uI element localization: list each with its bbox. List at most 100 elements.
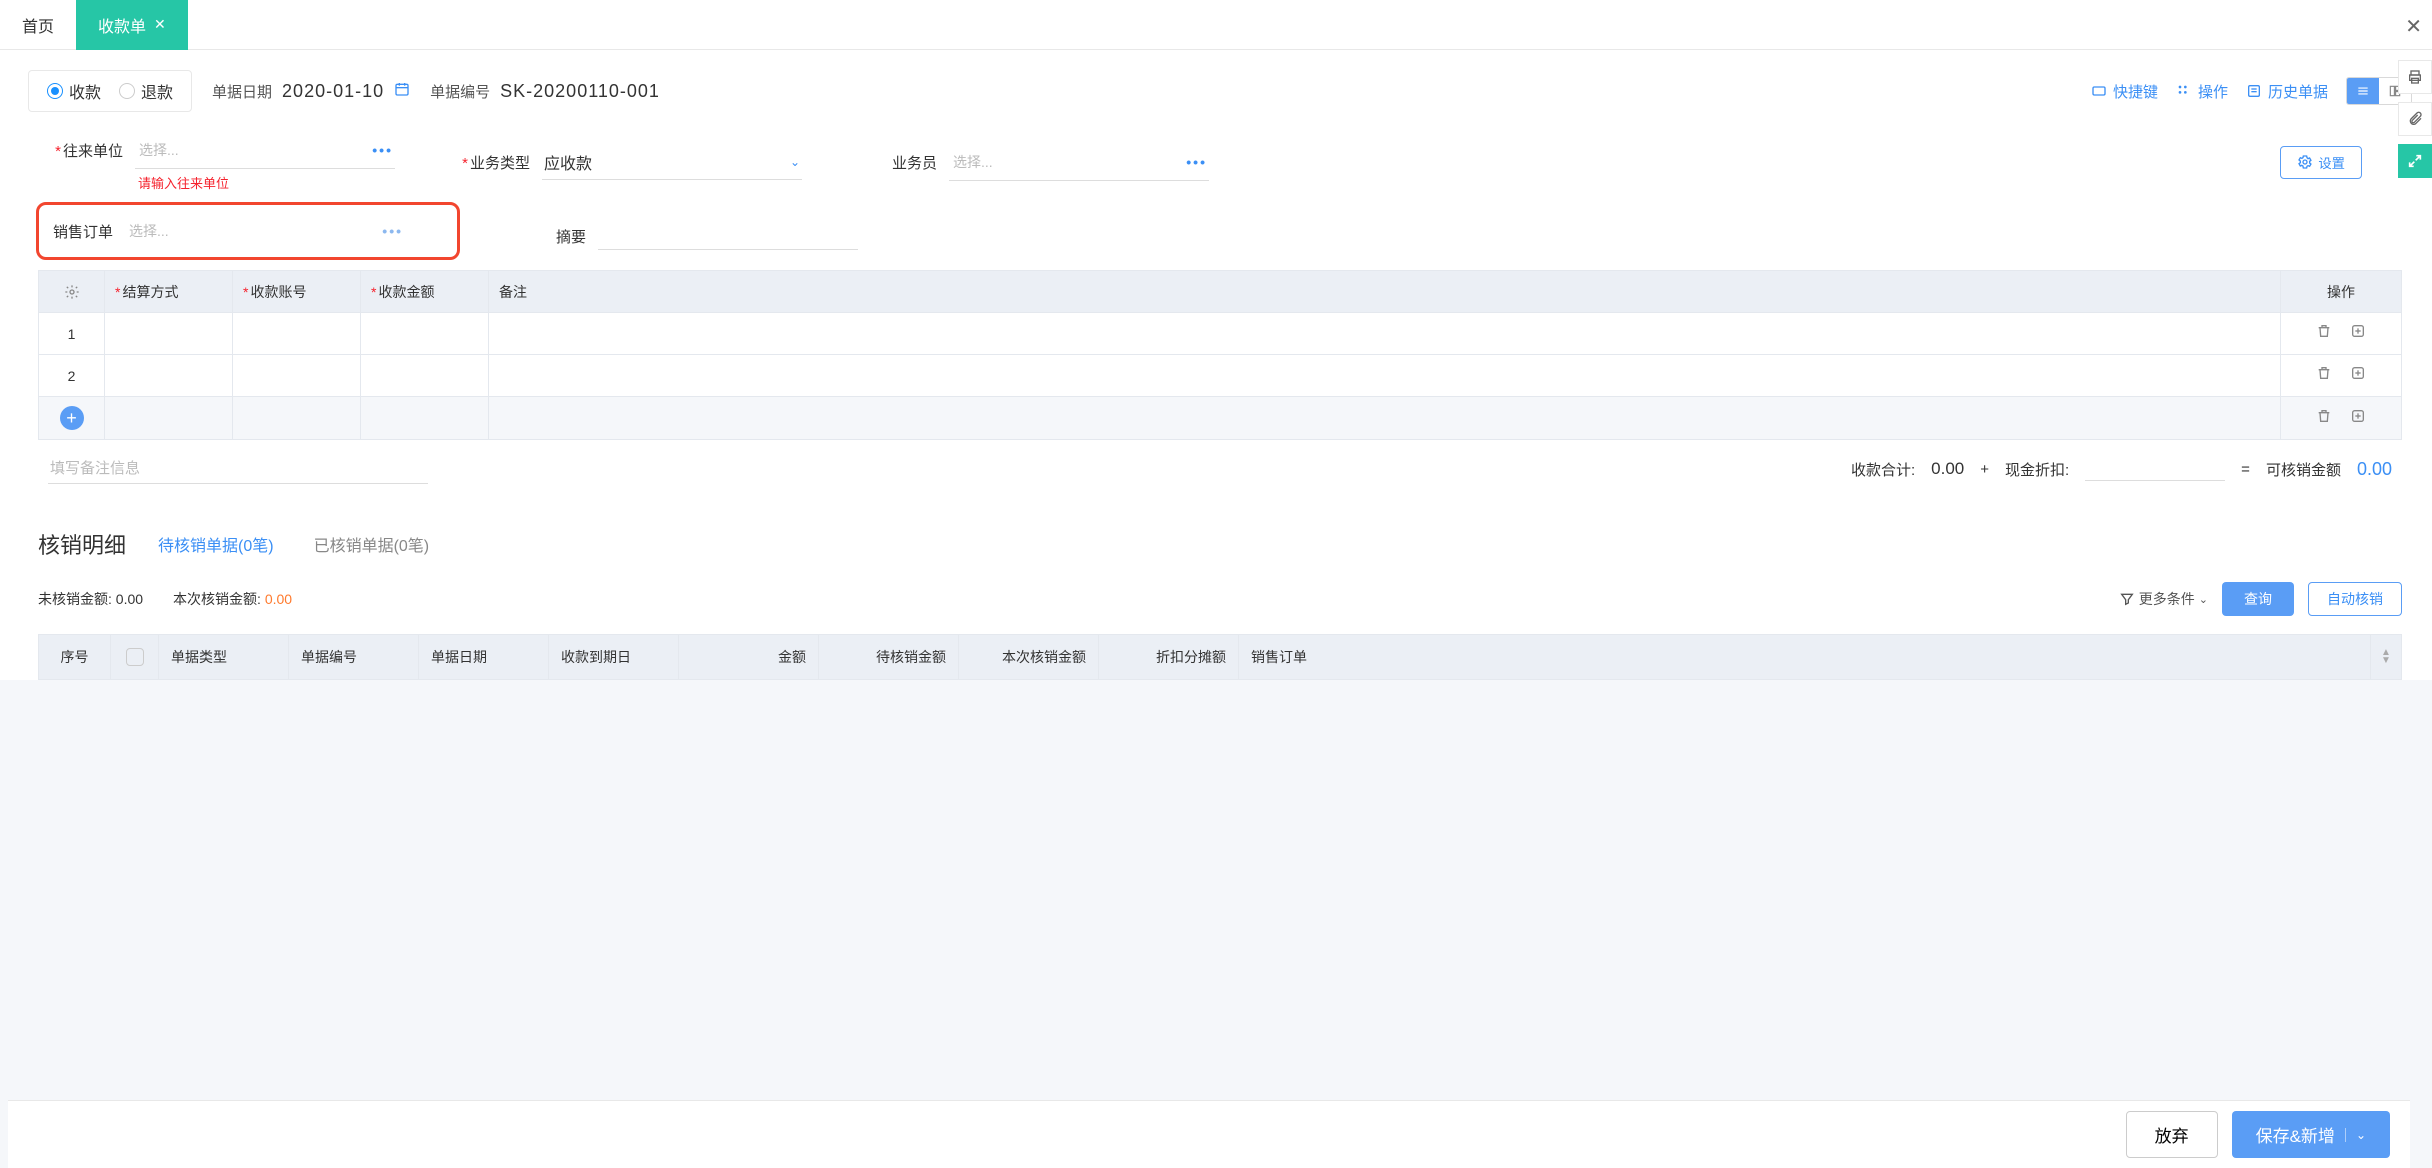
biztype-label: *业务类型 bbox=[445, 152, 530, 173]
summary-field: 摘要 bbox=[536, 223, 858, 250]
table-settings-button[interactable] bbox=[39, 271, 105, 312]
cell-amount[interactable] bbox=[361, 313, 489, 354]
receipt-type-radio-group: 收款 退款 bbox=[28, 70, 192, 112]
col-account: *收款账号 bbox=[233, 271, 361, 312]
rail-attach-icon[interactable] bbox=[2398, 102, 2432, 136]
summary-input[interactable] bbox=[598, 223, 858, 250]
calendar-icon[interactable] bbox=[394, 81, 410, 102]
unverified-amount: 未核销金额: 0.00 bbox=[38, 589, 143, 609]
chevron-down-icon[interactable]: ⌄ bbox=[2345, 1128, 2366, 1142]
settings-button[interactable]: 设置 bbox=[2280, 146, 2362, 179]
delete-row-icon[interactable] bbox=[2316, 408, 2332, 429]
verify-table-header: 序号 单据类型 单据编号 单据日期 收款到期日 金额 待核销金额 本次核销金额 … bbox=[39, 635, 2401, 679]
cell-amount[interactable] bbox=[361, 355, 489, 396]
operate-button[interactable]: 操作 bbox=[2176, 81, 2228, 102]
history-button[interactable]: 历史单据 bbox=[2246, 81, 2328, 102]
this-verify-amount: 本次核销金额: 0.00 bbox=[173, 589, 292, 609]
rail-print-icon[interactable] bbox=[2398, 60, 2432, 94]
radio-refund-label: 退款 bbox=[141, 79, 173, 103]
cell-remark[interactable] bbox=[489, 313, 2281, 354]
header-actions: 快捷键 操作 历史单据 bbox=[2091, 77, 2412, 105]
form-row-1: *往来单位 ••• 请输入往来单位 *业务类型 应收款 ⌄ 业务员 ••• bbox=[8, 122, 2432, 202]
auto-verify-button[interactable]: 自动核销 bbox=[2308, 582, 2402, 616]
delete-row-icon[interactable] bbox=[2316, 323, 2332, 344]
rail-expand-icon[interactable] bbox=[2398, 144, 2432, 178]
tab-home[interactable]: 首页 bbox=[0, 0, 76, 50]
cell-account[interactable] bbox=[233, 355, 361, 396]
tab-home-label: 首页 bbox=[22, 13, 54, 37]
partner-label: *往来单位 bbox=[38, 140, 123, 161]
partner-select[interactable]: ••• bbox=[135, 132, 395, 169]
shortcut-button[interactable]: 快捷键 bbox=[2091, 81, 2158, 102]
keyboard-icon bbox=[2091, 83, 2107, 99]
vcol-sales: 销售订单 bbox=[1239, 635, 2371, 679]
tab-done[interactable]: 已核销单据(0笔) bbox=[306, 528, 438, 560]
col-ops: 操作 bbox=[2281, 271, 2401, 312]
add-row-button[interactable]: + bbox=[60, 406, 84, 430]
equals-sign: = bbox=[2241, 461, 2250, 478]
partner-input[interactable] bbox=[137, 137, 357, 163]
col-remark: 备注 bbox=[489, 271, 2281, 312]
query-button[interactable]: 查询 bbox=[2222, 582, 2294, 616]
discount-input[interactable] bbox=[2085, 457, 2225, 481]
tabs-close-all-icon[interactable]: ✕ bbox=[2405, 14, 2422, 39]
vcol-amount: 金额 bbox=[679, 635, 819, 679]
sort-icon[interactable]: ▲▼ bbox=[2371, 635, 2401, 679]
insert-row-icon[interactable] bbox=[2350, 408, 2366, 429]
view-list-button[interactable] bbox=[2347, 78, 2379, 104]
list-icon bbox=[2246, 83, 2262, 99]
cell-method[interactable] bbox=[105, 355, 233, 396]
bill-no-label: 单据编号 bbox=[430, 81, 490, 102]
chevron-down-icon: ⌄ bbox=[2199, 593, 2208, 606]
sales-order-highlighted: 销售订单 ••• bbox=[36, 202, 460, 260]
radio-receive-label: 收款 bbox=[69, 79, 101, 103]
shortcut-label: 快捷键 bbox=[2113, 81, 2158, 102]
sales-order-select[interactable]: ••• bbox=[125, 213, 405, 249]
operate-label: 操作 bbox=[2198, 81, 2228, 102]
staff-select[interactable]: ••• bbox=[949, 144, 1209, 181]
more-filter-button[interactable]: 更多条件 ⌄ bbox=[2119, 589, 2208, 609]
bill-date-value[interactable]: 2020-01-10 bbox=[282, 81, 384, 102]
staff-input[interactable] bbox=[951, 149, 1171, 175]
cell-remark[interactable] bbox=[489, 355, 2281, 396]
row-index: 1 bbox=[39, 313, 105, 354]
more-icon[interactable]: ••• bbox=[382, 223, 403, 239]
tab-receipt-label: 收款单 bbox=[98, 13, 146, 37]
settings-label: 设置 bbox=[2318, 153, 2345, 172]
bottom-action-bar: 放弃 保存&新增 ⌄ bbox=[8, 1100, 2410, 1168]
tab-receipt[interactable]: 收款单 ✕ bbox=[76, 0, 188, 50]
vcol-date: 单据日期 bbox=[419, 635, 549, 679]
biztype-select[interactable]: 应收款 ⌄ bbox=[542, 145, 802, 180]
cell-account[interactable] bbox=[233, 313, 361, 354]
radio-refund[interactable]: 退款 bbox=[119, 79, 173, 103]
insert-row-icon[interactable] bbox=[2350, 323, 2366, 344]
close-icon[interactable]: ✕ bbox=[154, 16, 166, 33]
vcol-thistime: 本次核销金额 bbox=[959, 635, 1099, 679]
tab-pending[interactable]: 待核销单据(0笔) bbox=[150, 528, 282, 560]
insert-row-icon[interactable] bbox=[2350, 365, 2366, 386]
select-all-checkbox[interactable] bbox=[126, 648, 144, 666]
biztype-value: 应收款 bbox=[544, 150, 592, 174]
table-row: 1 bbox=[39, 313, 2401, 355]
discount-label: 现金折扣: bbox=[2005, 459, 2069, 480]
bill-no-value: SK-20200110-001 bbox=[500, 81, 660, 102]
bars-icon bbox=[2356, 84, 2370, 98]
verify-section: 核销明细 待核销单据(0笔) 已核销单据(0笔) 未核销金额: 0.00 本次核… bbox=[38, 528, 2402, 680]
more-icon[interactable]: ••• bbox=[372, 142, 393, 158]
more-icon[interactable]: ••• bbox=[1186, 154, 1207, 170]
table-footer: + bbox=[39, 397, 2401, 439]
save-button[interactable]: 保存&新增 ⌄ bbox=[2232, 1111, 2390, 1158]
row-index: 2 bbox=[39, 355, 105, 396]
vcol-checkbox bbox=[111, 635, 159, 679]
cancel-button[interactable]: 放弃 bbox=[2126, 1111, 2218, 1158]
filter-icon bbox=[2119, 591, 2135, 607]
total-label: 收款合计: bbox=[1851, 459, 1915, 480]
sales-order-input[interactable] bbox=[127, 218, 357, 244]
radio-dot-icon bbox=[119, 83, 135, 99]
remark-input[interactable] bbox=[48, 454, 428, 484]
grid-icon bbox=[2176, 83, 2192, 99]
delete-row-icon[interactable] bbox=[2316, 365, 2332, 386]
radio-receive[interactable]: 收款 bbox=[47, 79, 101, 103]
cell-method[interactable] bbox=[105, 313, 233, 354]
vcol-type: 单据类型 bbox=[159, 635, 289, 679]
